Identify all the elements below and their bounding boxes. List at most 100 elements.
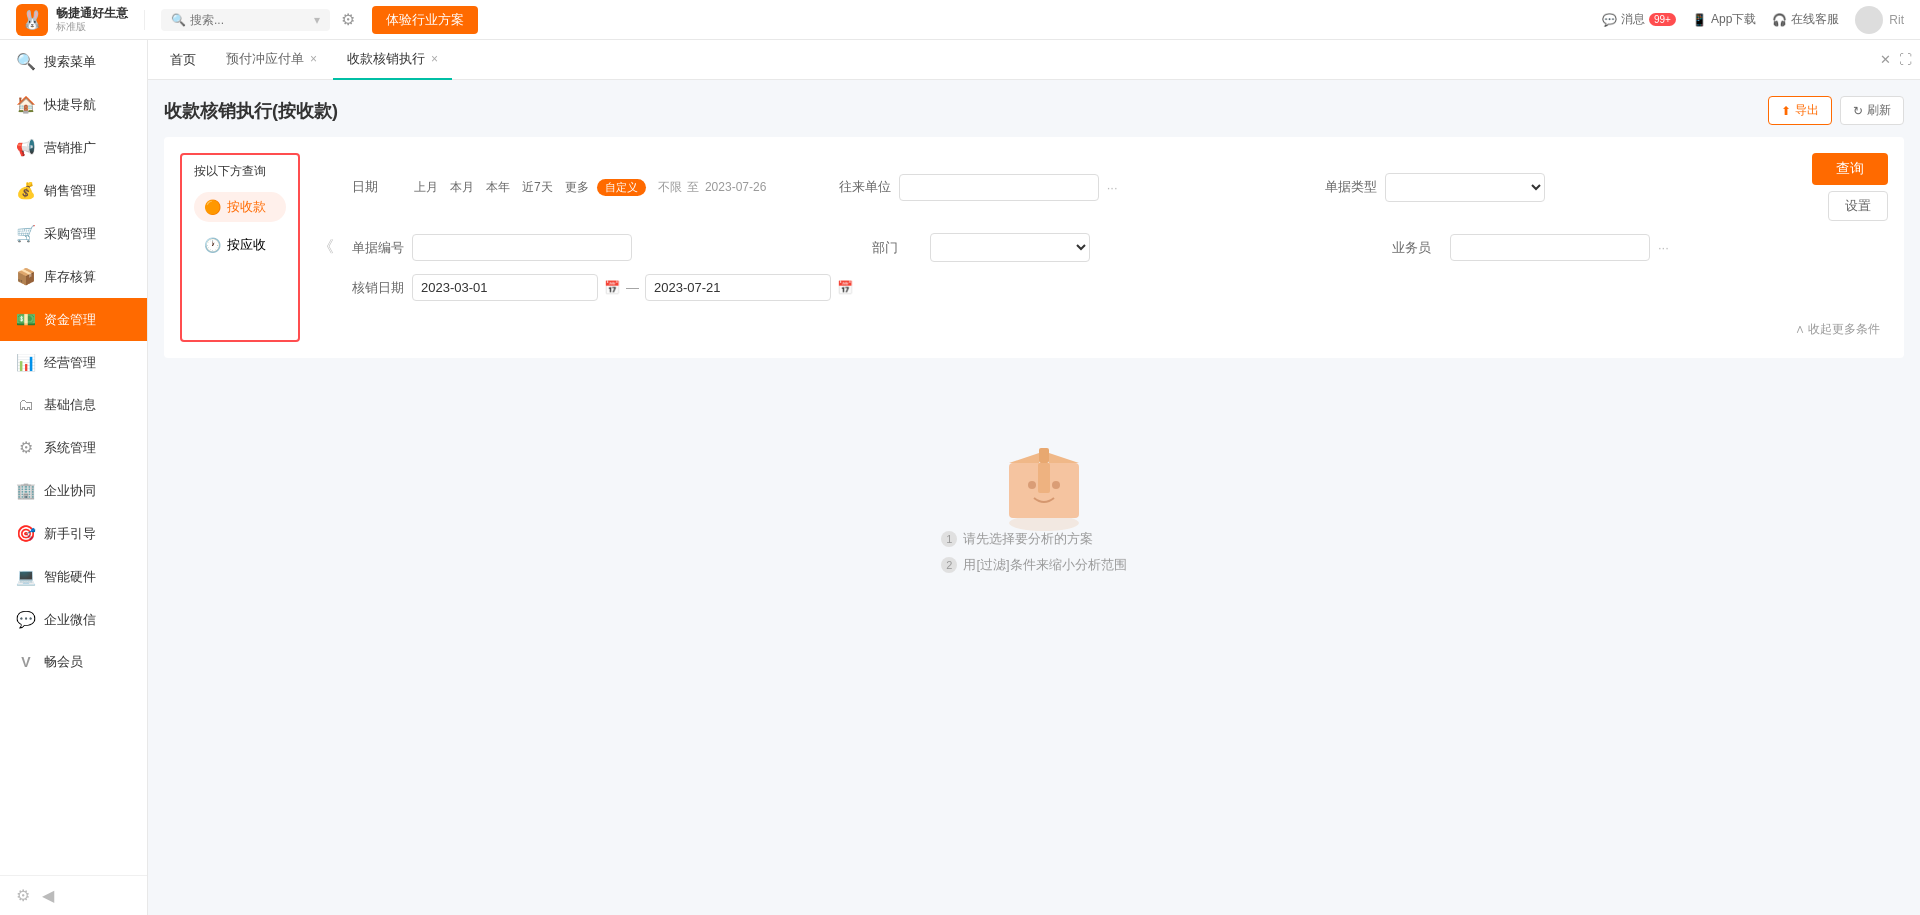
sidebar-label-purchase: 采购管理: [44, 225, 96, 243]
filter-counterpart-field: 往来单位 ···: [839, 174, 1302, 201]
filter-collapse-arrow[interactable]: 《: [316, 237, 336, 258]
sidebar-item-sales[interactable]: 💰 销售管理: [0, 169, 147, 212]
sidebar-item-hardware[interactable]: 💻 智能硬件: [0, 555, 147, 598]
user-avatar: [1855, 6, 1883, 34]
sidebar-label-quick-nav: 快捷导航: [44, 96, 96, 114]
sidebar-item-marketing[interactable]: 📢 营销推广: [0, 126, 147, 169]
sidebar-collapse-icon[interactable]: ◀: [42, 886, 54, 905]
date-custom-tag: 自定义: [597, 179, 646, 196]
sidebar-item-quick-nav[interactable]: 🏠 快捷导航: [0, 83, 147, 126]
date-btn-this-year[interactable]: 本年: [482, 177, 514, 198]
sidebar-item-inventory[interactable]: 📦 库存核算: [0, 255, 147, 298]
filter-row-1: 日期 上月 本月 本年 近7天 更多 自定义 不限 至: [352, 153, 1888, 221]
sidebar-label-search-menu: 搜索菜单: [44, 53, 96, 71]
query-button[interactable]: 查询: [1812, 153, 1888, 185]
date-no-limit: 不限: [658, 180, 682, 194]
filter-option-by-receipt[interactable]: 🟠 按收款: [194, 192, 286, 222]
verify-date-end-input[interactable]: [645, 274, 831, 301]
online-service-btn[interactable]: 🎧 在线客服: [1772, 11, 1839, 28]
filter-row-2: 单据编号 部门 业务员: [352, 233, 1888, 262]
tab-home[interactable]: 首页: [156, 51, 210, 69]
date-btn-this-month[interactable]: 本月: [446, 177, 478, 198]
date-btn-last-month[interactable]: 上月: [410, 177, 442, 198]
app-download-btn[interactable]: 📱 App下载: [1692, 11, 1756, 28]
finance-icon: 💵: [16, 310, 36, 329]
tab-prepayment-label: 预付冲应付单: [226, 50, 304, 68]
quick-nav-icon: 🏠: [16, 95, 36, 114]
message-icon: 💬: [1602, 13, 1617, 27]
verify-date-label: 核销日期: [352, 279, 404, 297]
sidebar-label-guide: 新手引导: [44, 525, 96, 543]
tab-verification[interactable]: 收款核销执行 ×: [333, 40, 452, 80]
dept-select[interactable]: [930, 233, 1090, 262]
sidebar-item-member[interactable]: V 畅会员: [0, 641, 147, 683]
hint-number-2: 2: [941, 557, 957, 573]
setting-button[interactable]: 设置: [1828, 191, 1888, 221]
date-to-label: 至: [687, 180, 699, 194]
sidebar-label-finance: 资金管理: [44, 311, 96, 329]
brand-version: 标准版: [56, 21, 128, 33]
app-logo: 🐰: [16, 4, 48, 36]
settings-icon[interactable]: ⚙: [338, 10, 358, 30]
filter-form: 日期 上月 本月 本年 近7天 更多 自定义 不限 至: [352, 153, 1888, 342]
filter-verify-date-field: 核销日期 📅 — 📅: [352, 274, 1888, 301]
tab-prepayment[interactable]: 预付冲应付单 ×: [212, 40, 331, 80]
refresh-button[interactable]: ↻ 刷新: [1840, 96, 1904, 125]
member-icon: V: [16, 654, 36, 670]
collapse-more-btn[interactable]: ∧ 收起更多条件: [1787, 317, 1888, 342]
voucher-type-select[interactable]: [1385, 173, 1545, 202]
filter-option-by-receivable[interactable]: 🕐 按应收: [194, 230, 286, 260]
search-area[interactable]: 🔍 ▾: [161, 9, 330, 31]
purchase-icon: 🛒: [16, 224, 36, 243]
voucher-no-input[interactable]: [412, 234, 632, 261]
main-layout: 🔍 搜索菜单 🏠 快捷导航 📢 营销推广 💰 销售管理 🛒 采购管理 📦 库存核…: [0, 40, 1920, 915]
sidebar-bottom: ⚙ ◀: [0, 875, 147, 915]
export-button[interactable]: ⬆ 导出: [1768, 96, 1832, 125]
app-download-label: App下载: [1711, 11, 1756, 28]
sidebar-label-system: 系统管理: [44, 439, 96, 457]
counterpart-ellipsis[interactable]: ···: [1107, 180, 1118, 195]
staff-ellipsis[interactable]: ···: [1658, 240, 1669, 255]
sidebar-item-wechat[interactable]: 💬 企业微信: [0, 598, 147, 641]
verify-date-dash: —: [626, 280, 639, 295]
sidebar-item-system[interactable]: ⚙ 系统管理: [0, 426, 147, 469]
date-btn-7days[interactable]: 近7天: [518, 177, 557, 198]
sidebar-item-search-menu[interactable]: 🔍 搜索菜单: [0, 40, 147, 83]
sidebar-settings-icon[interactable]: ⚙: [16, 886, 30, 905]
verify-date-end-calendar-icon[interactable]: 📅: [837, 280, 853, 295]
hint-text-2: 用[过滤]条件来缩小分析范围: [963, 556, 1126, 574]
collapse-row: ∧ 收起更多条件: [352, 317, 1888, 342]
marketing-icon: 📢: [16, 138, 36, 157]
filter-buttons: 查询 设置: [1812, 153, 1888, 221]
sidebar-item-basic-info[interactable]: 🗂 基础信息: [0, 384, 147, 426]
search-input[interactable]: [190, 13, 310, 27]
filter-option-receipt-label: 按收款: [227, 198, 266, 216]
sidebar: 🔍 搜索菜单 🏠 快捷导航 📢 营销推广 💰 销售管理 🛒 采购管理 📦 库存核…: [0, 40, 148, 915]
sidebar-item-guide[interactable]: 🎯 新手引导: [0, 512, 147, 555]
svg-rect-2: [1039, 448, 1049, 463]
counterpart-input[interactable]: [899, 174, 1099, 201]
sidebar-item-purchase[interactable]: 🛒 采购管理: [0, 212, 147, 255]
sidebar-item-operations[interactable]: 📊 经营管理: [0, 341, 147, 384]
empty-hint-2: 2 用[过滤]条件来缩小分析范围: [941, 556, 1126, 574]
empty-illustration: [984, 418, 1084, 518]
sidebar-item-finance[interactable]: 💵 资金管理: [0, 298, 147, 341]
filter-date-field: 日期 上月 本月 本年 近7天 更多 自定义 不限 至: [352, 177, 815, 198]
date-btn-more[interactable]: 更多: [561, 177, 593, 198]
filter-panel: 按以下方查询 🟠 按收款 🕐 按应收 《: [164, 137, 1904, 358]
message-btn[interactable]: 💬 消息 99+: [1602, 11, 1676, 28]
verify-date-start-input[interactable]: [412, 274, 598, 301]
tab-close-all-icon[interactable]: ✕: [1880, 52, 1891, 67]
guide-icon: 🎯: [16, 524, 36, 543]
tab-verification-close[interactable]: ×: [431, 52, 438, 66]
message-badge: 99+: [1649, 13, 1676, 26]
tab-prepayment-close[interactable]: ×: [310, 52, 317, 66]
sidebar-item-enterprise[interactable]: 🏢 企业协同: [0, 469, 147, 512]
date-value: 2023-07-26: [705, 180, 766, 194]
tab-expand-icon[interactable]: ⛶: [1899, 52, 1912, 67]
verify-date-start-calendar-icon[interactable]: 📅: [604, 280, 620, 295]
staff-input[interactable]: [1450, 234, 1650, 261]
user-area[interactable]: Rit: [1855, 6, 1904, 34]
tab-verification-label: 收款核销执行: [347, 50, 425, 68]
solution-button[interactable]: 体验行业方案: [372, 6, 478, 34]
